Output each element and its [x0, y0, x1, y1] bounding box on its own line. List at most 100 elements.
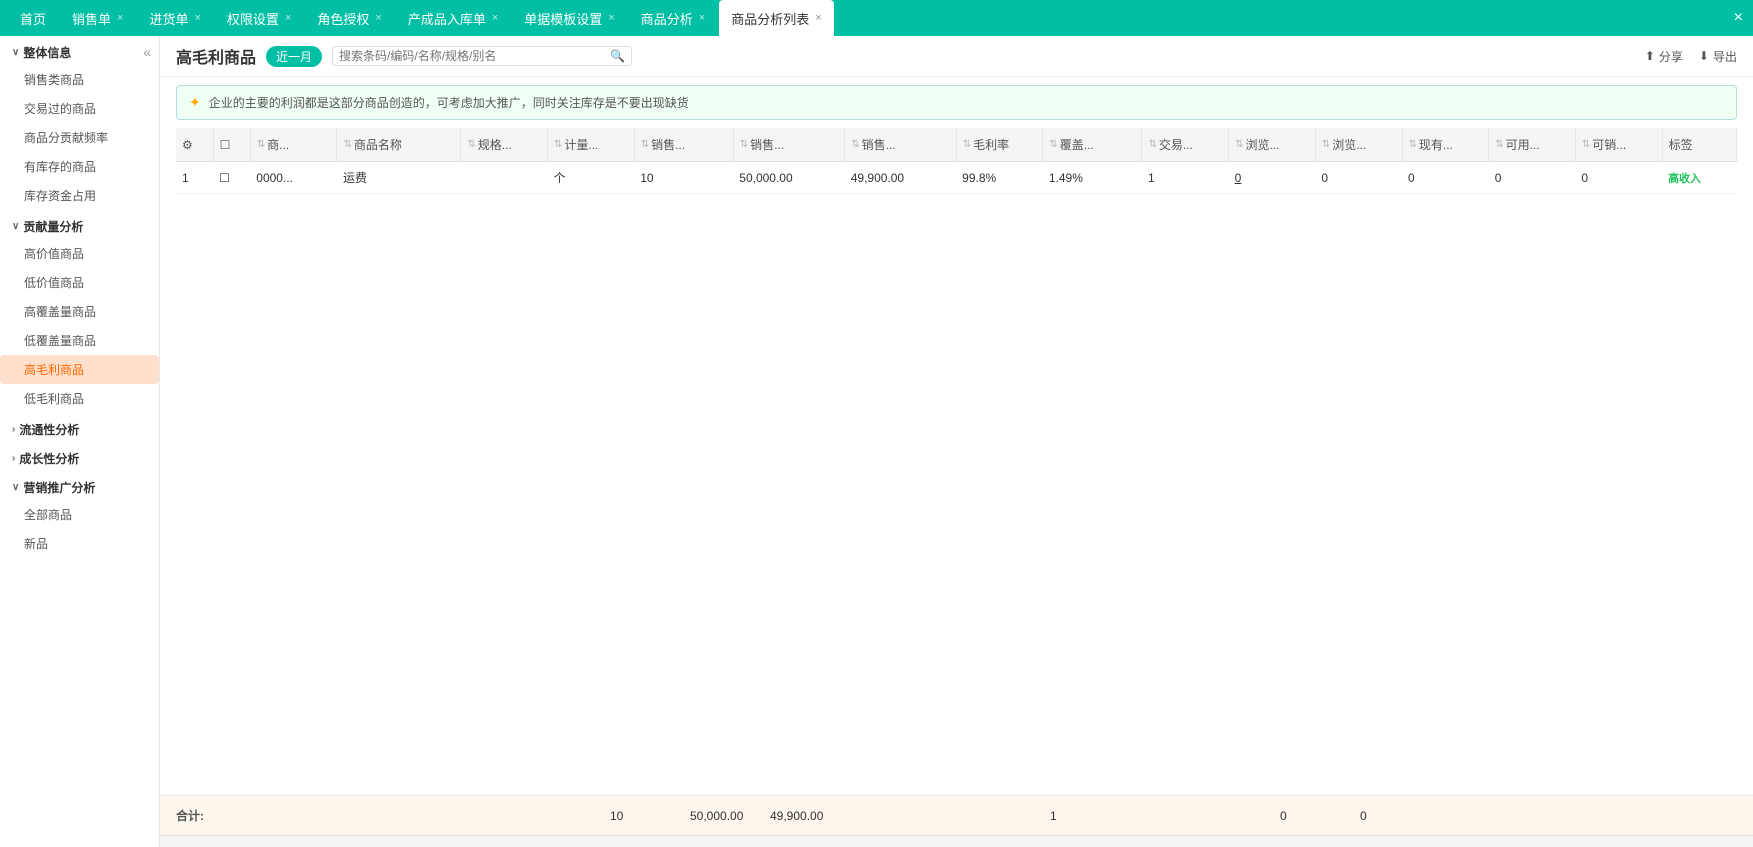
sidebar-group-growth[interactable]: › 成长性分析	[0, 442, 159, 471]
sidebar-item-low-margin[interactable]: 低毛利商品	[0, 384, 159, 413]
table-container: ⚙ ☐ ⇅ 商... ⇅	[160, 128, 1753, 795]
col-sales-amount[interactable]: ⇅ 销售...	[733, 128, 844, 162]
col-stock-available[interactable]: ⇅ 可用...	[1489, 128, 1576, 162]
col-coverage[interactable]: ⇅ 覆盖...	[1043, 128, 1142, 162]
marketing-arrow-icon: ∨	[12, 482, 19, 493]
row-unit: 个	[548, 162, 635, 194]
nav-tab-template[interactable]: 单据模板设置 ×	[512, 0, 626, 36]
sidebar-item-sales-goods[interactable]: 销售类商品	[0, 65, 159, 94]
export-icon: ⬇	[1699, 49, 1709, 63]
close-template-tab[interactable]: ×	[608, 12, 614, 24]
col-browse1[interactable]: ⇅ 浏览...	[1229, 128, 1316, 162]
close-all-button[interactable]: ×	[1734, 9, 1743, 27]
table-footer: 合计: 10 50,000.00 49,900.00 1 0 0	[160, 795, 1753, 835]
col-transaction[interactable]: ⇅ 交易...	[1142, 128, 1229, 162]
col-stock-current-sort-icon: ⇅	[1409, 139, 1417, 150]
col-tag[interactable]: 标签	[1662, 128, 1736, 162]
search-input[interactable]	[339, 49, 610, 63]
row-coverage: 1.49%	[1043, 162, 1142, 194]
nav-tab-analysis-list[interactable]: 商品分析列表 ×	[719, 0, 833, 36]
sidebar-collapse-button[interactable]: «	[143, 44, 151, 60]
col-stock-current[interactable]: ⇅ 现有...	[1402, 128, 1489, 162]
nav-tab-roles[interactable]: 角色授权 ×	[305, 0, 393, 36]
close-permissions-tab[interactable]: ×	[285, 12, 291, 24]
scrollbar-area	[160, 835, 1753, 847]
footer-cells: 10 50,000.00 49,900.00 1 0 0	[224, 809, 1737, 823]
close-roles-tab[interactable]: ×	[375, 12, 381, 24]
sidebar-item-high-value[interactable]: 高价值商品	[0, 239, 159, 268]
footer-spacer	[844, 809, 1044, 823]
info-banner: ✦ 企业的主要的利润都是这部分商品创造的，可考虑加大推广，同时关注库存是不要出现…	[176, 85, 1737, 120]
footer-stock-current: 0	[1274, 809, 1354, 823]
search-icon[interactable]: 🔍	[610, 49, 625, 63]
sidebar-item-low-coverage[interactable]: 低覆盖量商品	[0, 326, 159, 355]
filter-month-button[interactable]: 近一月	[266, 46, 322, 67]
close-analysis-tab[interactable]: ×	[699, 12, 705, 24]
close-sales-tab[interactable]: ×	[117, 12, 123, 24]
sidebar-group-contribution[interactable]: ∨ 贡献量分析	[0, 210, 159, 239]
data-table: ⚙ ☐ ⇅ 商... ⇅	[176, 128, 1737, 194]
col-spec[interactable]: ⇅ 规格...	[461, 128, 548, 162]
col-unit[interactable]: ⇅ 计量...	[548, 128, 635, 162]
sidebar-item-high-margin[interactable]: 高毛利商品	[0, 355, 159, 384]
contribution-arrow-icon: ∨	[12, 221, 19, 232]
sidebar-item-all-goods[interactable]: 全部商品	[0, 500, 159, 529]
row-index: 1	[176, 162, 213, 194]
nav-tab-permissions[interactable]: 权限设置 ×	[215, 0, 303, 36]
col-gross-margin[interactable]: ⇅ 毛利率	[956, 128, 1043, 162]
col-browse2[interactable]: ⇅ 浏览...	[1315, 128, 1402, 162]
export-button[interactable]: ⬇ 导出	[1699, 48, 1737, 65]
row-spec	[461, 162, 548, 194]
col-settings[interactable]: ⚙	[176, 128, 213, 162]
close-analysis-list-tab[interactable]: ×	[815, 12, 821, 24]
col-code[interactable]: ⇅ 商...	[250, 128, 337, 162]
sidebar-group-marketing[interactable]: ∨ 营销推广分析	[0, 471, 159, 500]
col-name-sort-icon: ⇅	[343, 139, 351, 150]
header-actions: ⬆ 分享 ⬇ 导出	[1645, 48, 1737, 65]
sidebar-item-high-coverage[interactable]: 高覆盖量商品	[0, 297, 159, 326]
table-row: 1 ☐ 0000... 运费 个 10 50,000.00 49,900.00 …	[176, 162, 1737, 194]
nav-tab-home[interactable]: 首页	[8, 0, 58, 36]
footer-spacer2	[1124, 809, 1274, 823]
row-gross-margin: 99.8%	[956, 162, 1043, 194]
share-icon: ⬆	[1645, 49, 1655, 63]
close-instock-tab[interactable]: ×	[492, 12, 498, 24]
nav-tab-sales[interactable]: 销售单 ×	[60, 0, 135, 36]
footer-transaction: 1	[1044, 809, 1124, 823]
col-stock-saleable[interactable]: ⇅ 可销...	[1575, 128, 1662, 162]
row-name: 运费	[337, 162, 461, 194]
col-stock-available-sort-icon: ⇅	[1495, 139, 1503, 150]
col-checkbox[interactable]: ☐	[213, 128, 250, 162]
row-stock-saleable: 0	[1575, 162, 1662, 194]
sidebar-item-traded-goods[interactable]: 交易过的商品	[0, 94, 159, 123]
footer-sales-amount: 50,000.00	[684, 809, 764, 823]
sidebar-item-low-value[interactable]: 低价值商品	[0, 268, 159, 297]
content-area: 高毛利商品 近一月 🔍 ⬆ 分享 ⬇ 导出 ✦ 企业的主要的利润都是这部分商品创…	[160, 36, 1753, 847]
close-purchase-tab[interactable]: ×	[194, 12, 200, 24]
footer-label: 合计:	[176, 807, 204, 824]
page-title: 高毛利商品	[176, 44, 256, 68]
col-sales-qty[interactable]: ⇅ 销售...	[634, 128, 733, 162]
sidebar-item-stock-goods[interactable]: 有库存的商品	[0, 152, 159, 181]
sidebar-item-new-goods[interactable]: 新品	[0, 529, 159, 558]
row-checkbox[interactable]: ☐	[213, 162, 250, 194]
nav-tab-analysis[interactable]: 商品分析 ×	[629, 0, 717, 36]
col-name[interactable]: ⇅ 商品名称	[337, 128, 461, 162]
sidebar-item-stock-capital[interactable]: 库存资金占用	[0, 181, 159, 210]
row-browse1[interactable]: 0	[1229, 162, 1316, 194]
row-tag: 高收入	[1662, 162, 1736, 194]
nav-tab-instock[interactable]: 产成品入库单 ×	[396, 0, 510, 36]
col-stock-saleable-sort-icon: ⇅	[1582, 139, 1590, 150]
sidebar-group-liquidity[interactable]: › 流通性分析	[0, 413, 159, 442]
sidebar-item-contribution-rate[interactable]: 商品分贡献频率	[0, 123, 159, 152]
sidebar-group-overview[interactable]: ∨ 整体信息	[0, 36, 159, 65]
row-stock-available: 0	[1489, 162, 1576, 194]
col-browse2-sort-icon: ⇅	[1322, 139, 1330, 150]
share-button[interactable]: ⬆ 分享	[1645, 48, 1683, 65]
nav-tab-purchase[interactable]: 进货单 ×	[137, 0, 212, 36]
col-sales-amount-sort-icon: ⇅	[740, 139, 748, 150]
col-coverage-sort-icon: ⇅	[1049, 139, 1057, 150]
info-text: 企业的主要的利润都是这部分商品创造的，可考虑加大推广，同时关注库存是不要出现缺货	[209, 94, 689, 111]
col-sales-cost[interactable]: ⇅ 销售...	[845, 128, 956, 162]
top-nav: 首页 销售单 × 进货单 × 权限设置 × 角色授权 × 产成品入库单 × 单据…	[0, 0, 1753, 36]
